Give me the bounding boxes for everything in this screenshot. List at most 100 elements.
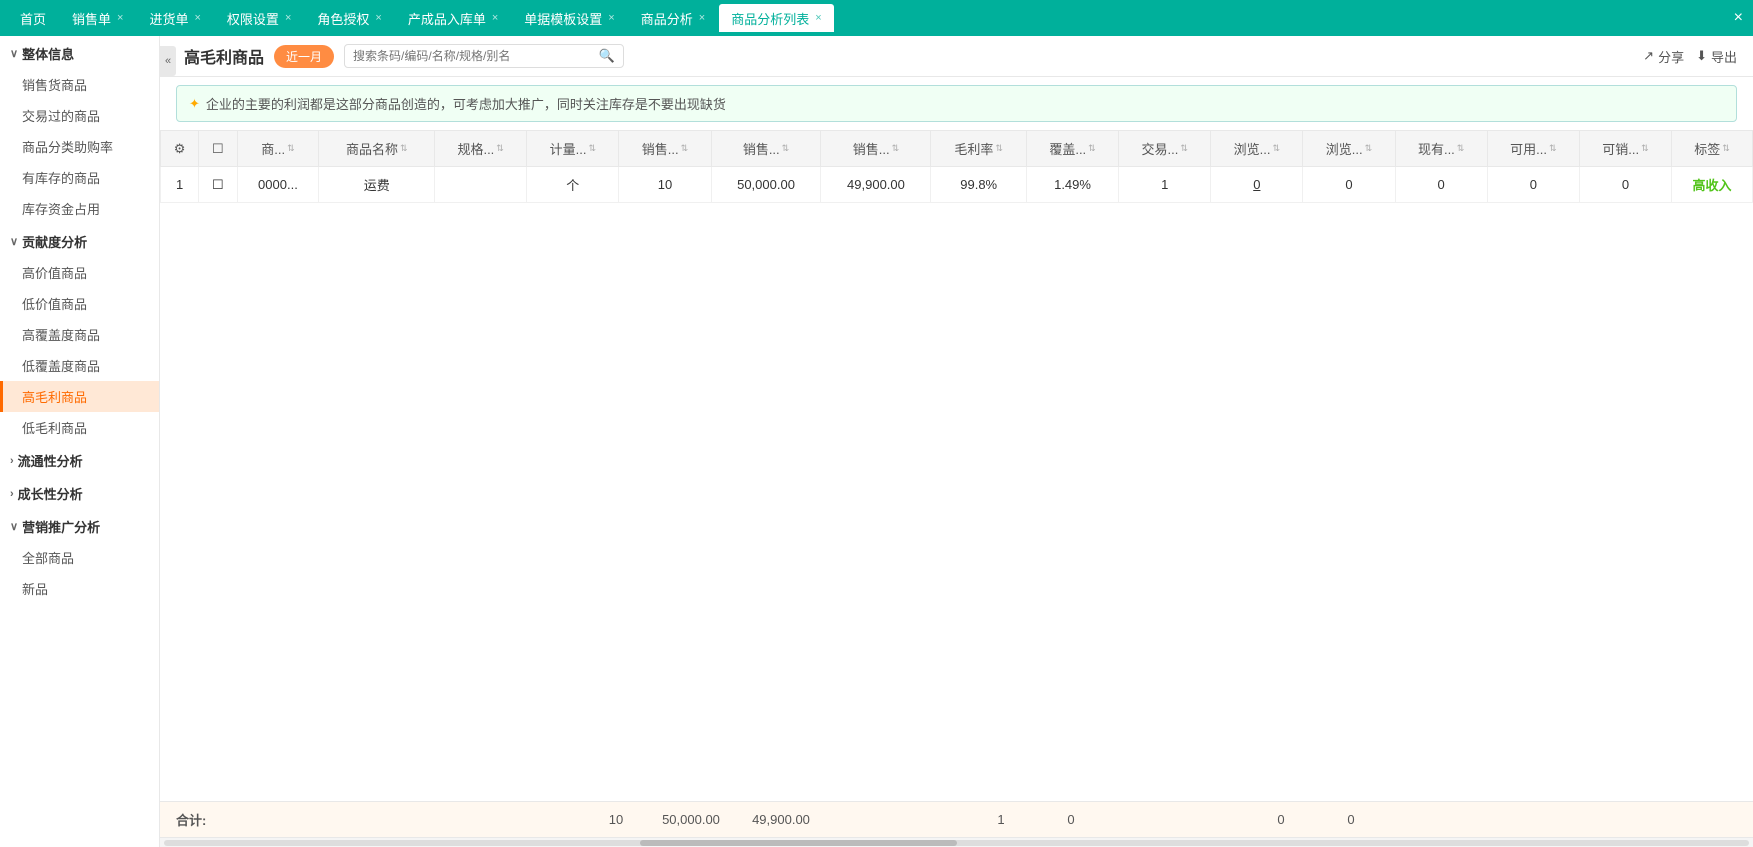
- export-button[interactable]: ⬇ 导出: [1696, 47, 1737, 66]
- sidebar-item-销售货商品[interactable]: 销售货商品: [0, 69, 159, 100]
- sidebar-item-交易过的商品[interactable]: 交易过的商品: [0, 100, 159, 131]
- nav-item-商品分析[interactable]: 商品分析×: [629, 4, 717, 32]
- footer-cell-13: [1106, 812, 1176, 827]
- col-header-商...[interactable]: 商...⇅: [237, 131, 319, 167]
- row-current: 0: [1395, 167, 1487, 203]
- footer-cell-1: [276, 812, 306, 827]
- share-button[interactable]: ↗ 分享: [1643, 47, 1684, 66]
- sidebar-group-arrow: ›: [10, 488, 14, 500]
- footer-cell-12: 0: [1036, 812, 1106, 827]
- nav-item-进货单[interactable]: 进货单×: [137, 4, 212, 32]
- sidebar-item-低覆盖度商品[interactable]: 低覆盖度商品: [0, 350, 159, 381]
- row-checkbox[interactable]: ☐: [199, 167, 237, 203]
- sidebar-item-高毛利商品[interactable]: 高毛利商品: [0, 381, 159, 412]
- sidebar-group-成长性分析[interactable]: › 成长性分析: [0, 476, 159, 509]
- sidebar-item-低价值商品[interactable]: 低价值商品: [0, 288, 159, 319]
- nav-close-icon[interactable]: ×: [285, 12, 291, 24]
- col-header-商品名称[interactable]: 商品名称⇅: [319, 131, 435, 167]
- row-spec: [435, 167, 527, 203]
- nav-close-icon[interactable]: ×: [194, 12, 200, 24]
- bottom-scrollbar[interactable]: [160, 837, 1753, 847]
- row-sales2: 50,000.00: [711, 167, 821, 203]
- sidebar-group-贡献度分析[interactable]: ∨贡献度分析: [0, 224, 159, 257]
- sidebar: ∨整体信息销售货商品交易过的商品商品分类助购率有库存的商品库存资金占用∨贡献度分…: [0, 36, 160, 847]
- nav-item-销售单[interactable]: 销售单×: [60, 4, 135, 32]
- col-header-销售...[interactable]: 销售...⇅: [711, 131, 821, 167]
- col-header-浏览...[interactable]: 浏览...⇅: [1211, 131, 1303, 167]
- sidebar-group-arrow: ∨: [10, 520, 18, 533]
- footer-cell-10: [896, 812, 966, 827]
- row-transactions: 1: [1119, 167, 1211, 203]
- sidebar-group-整体信息[interactable]: ∨整体信息: [0, 36, 159, 69]
- sidebar-group-label: 成长性分析: [18, 484, 83, 503]
- nav-item-权限设置[interactable]: 权限设置×: [215, 4, 303, 32]
- nav-item-商品分析列表[interactable]: 商品分析列表×: [719, 4, 833, 32]
- window-close-button[interactable]: ×: [1734, 9, 1743, 27]
- col-header-毛利率[interactable]: 毛利率⇅: [931, 131, 1027, 167]
- sidebar-item-全部商品[interactable]: 全部商品: [0, 542, 159, 573]
- sidebar-item-有库存的商品[interactable]: 有库存的商品: [0, 162, 159, 193]
- row-tag: 高收入: [1672, 167, 1753, 203]
- row-gross-rate: 99.8%: [931, 167, 1027, 203]
- table-row: 1☐0000...运费个1050,000.0049,900.0099.8%1.4…: [161, 167, 1753, 203]
- col-header-现有...[interactable]: 现有...⇅: [1395, 131, 1487, 167]
- export-icon: ⬇: [1696, 48, 1707, 64]
- share-icon: ↗: [1643, 48, 1654, 64]
- sidebar-item-新品[interactable]: 新品: [0, 573, 159, 604]
- col-header-标签[interactable]: 标签⇅: [1672, 131, 1753, 167]
- nav-close-icon[interactable]: ×: [815, 12, 821, 24]
- nav-item-单据模板设置[interactable]: 单据模板设置×: [512, 4, 626, 32]
- top-nav: 首页销售单×进货单×权限设置×角色授权×产成品入库单×单据模板设置×商品分析×商…: [0, 0, 1753, 36]
- table-header-row: ⚙☐商...⇅商品名称⇅规格...⇅计量...⇅销售...⇅销售...⇅销售..…: [161, 131, 1753, 167]
- search-icon[interactable]: 🔍: [599, 48, 615, 64]
- col-header-规格...[interactable]: 规格...⇅: [435, 131, 527, 167]
- nav-item-角色授权[interactable]: 角色授权×: [305, 4, 393, 32]
- row-sales3: 49,900.00: [821, 167, 931, 203]
- content-header: 高毛利商品 近一月 🔍 ↗ 分享 ⬇ 导出: [160, 36, 1753, 77]
- row-coverage: 1.49%: [1026, 167, 1118, 203]
- data-table: ⚙☐商...⇅商品名称⇅规格...⇅计量...⇅销售...⇅销售...⇅销售..…: [160, 130, 1753, 203]
- sidebar-group-label: 贡献度分析: [22, 232, 87, 251]
- footer-cell-14: [1176, 812, 1246, 827]
- filter-recent-month-button[interactable]: 近一月: [274, 45, 334, 68]
- nav-item-产成品入库单[interactable]: 产成品入库单×: [396, 4, 510, 32]
- col-header-浏览...[interactable]: 浏览...⇅: [1303, 131, 1395, 167]
- nav-item-首页[interactable]: 首页: [8, 4, 58, 32]
- col-header-交易...[interactable]: 交易...⇅: [1119, 131, 1211, 167]
- footer-cell-4: [466, 812, 526, 827]
- sidebar-item-高覆盖度商品[interactable]: 高覆盖度商品: [0, 319, 159, 350]
- row-unit: 个: [527, 167, 619, 203]
- row-browse2: 0: [1303, 167, 1395, 203]
- total-cells: 1050,000.0049,900.001000: [236, 812, 1737, 827]
- footer-cell-3: [366, 812, 466, 827]
- col-header-覆盖...[interactable]: 覆盖...⇅: [1026, 131, 1118, 167]
- sidebar-item-库存资金占用[interactable]: 库存资金占用: [0, 193, 159, 224]
- nav-close-icon[interactable]: ×: [492, 12, 498, 24]
- nav-close-icon[interactable]: ×: [608, 12, 614, 24]
- footer-cell-5: [526, 812, 586, 827]
- nav-close-icon[interactable]: ×: [699, 12, 705, 24]
- sidebar-item-商品分类助购率[interactable]: 商品分类助购率: [0, 131, 159, 162]
- search-input[interactable]: [353, 49, 599, 63]
- nav-close-icon[interactable]: ×: [117, 12, 123, 24]
- info-banner-text: 企业的主要的利润都是这部分商品创造的，可考虑加大推广，同时关注库存是不要出现缺货: [206, 94, 726, 113]
- col-header-可销...[interactable]: 可销...⇅: [1579, 131, 1671, 167]
- footer-cell-11: 1: [966, 812, 1036, 827]
- col-header-销售...[interactable]: 销售...⇅: [821, 131, 931, 167]
- col-header-销售...[interactable]: 销售...⇅: [619, 131, 711, 167]
- footer-cell-17: [1386, 812, 1446, 827]
- sidebar-item-高价值商品[interactable]: 高价值商品: [0, 257, 159, 288]
- sidebar-item-低毛利商品[interactable]: 低毛利商品: [0, 412, 159, 443]
- row-browse1: 0: [1211, 167, 1303, 203]
- row-sellable: 0: [1579, 167, 1671, 203]
- nav-close-icon[interactable]: ×: [375, 12, 381, 24]
- sidebar-group-流通性分析[interactable]: ›流通性分析: [0, 443, 159, 476]
- col-header-可用...[interactable]: 可用...⇅: [1487, 131, 1579, 167]
- sidebar-group-营销推广分析[interactable]: ∨营销推广分析: [0, 509, 159, 542]
- col-header-计量...[interactable]: 计量...⇅: [527, 131, 619, 167]
- footer-cell-2: [306, 812, 366, 827]
- sidebar-collapse-button[interactable]: «: [160, 46, 176, 76]
- row-code: 0000...: [237, 167, 319, 203]
- footer-cell-6: 10: [586, 812, 646, 827]
- table-container: ⚙☐商...⇅商品名称⇅规格...⇅计量...⇅销售...⇅销售...⇅销售..…: [160, 130, 1753, 801]
